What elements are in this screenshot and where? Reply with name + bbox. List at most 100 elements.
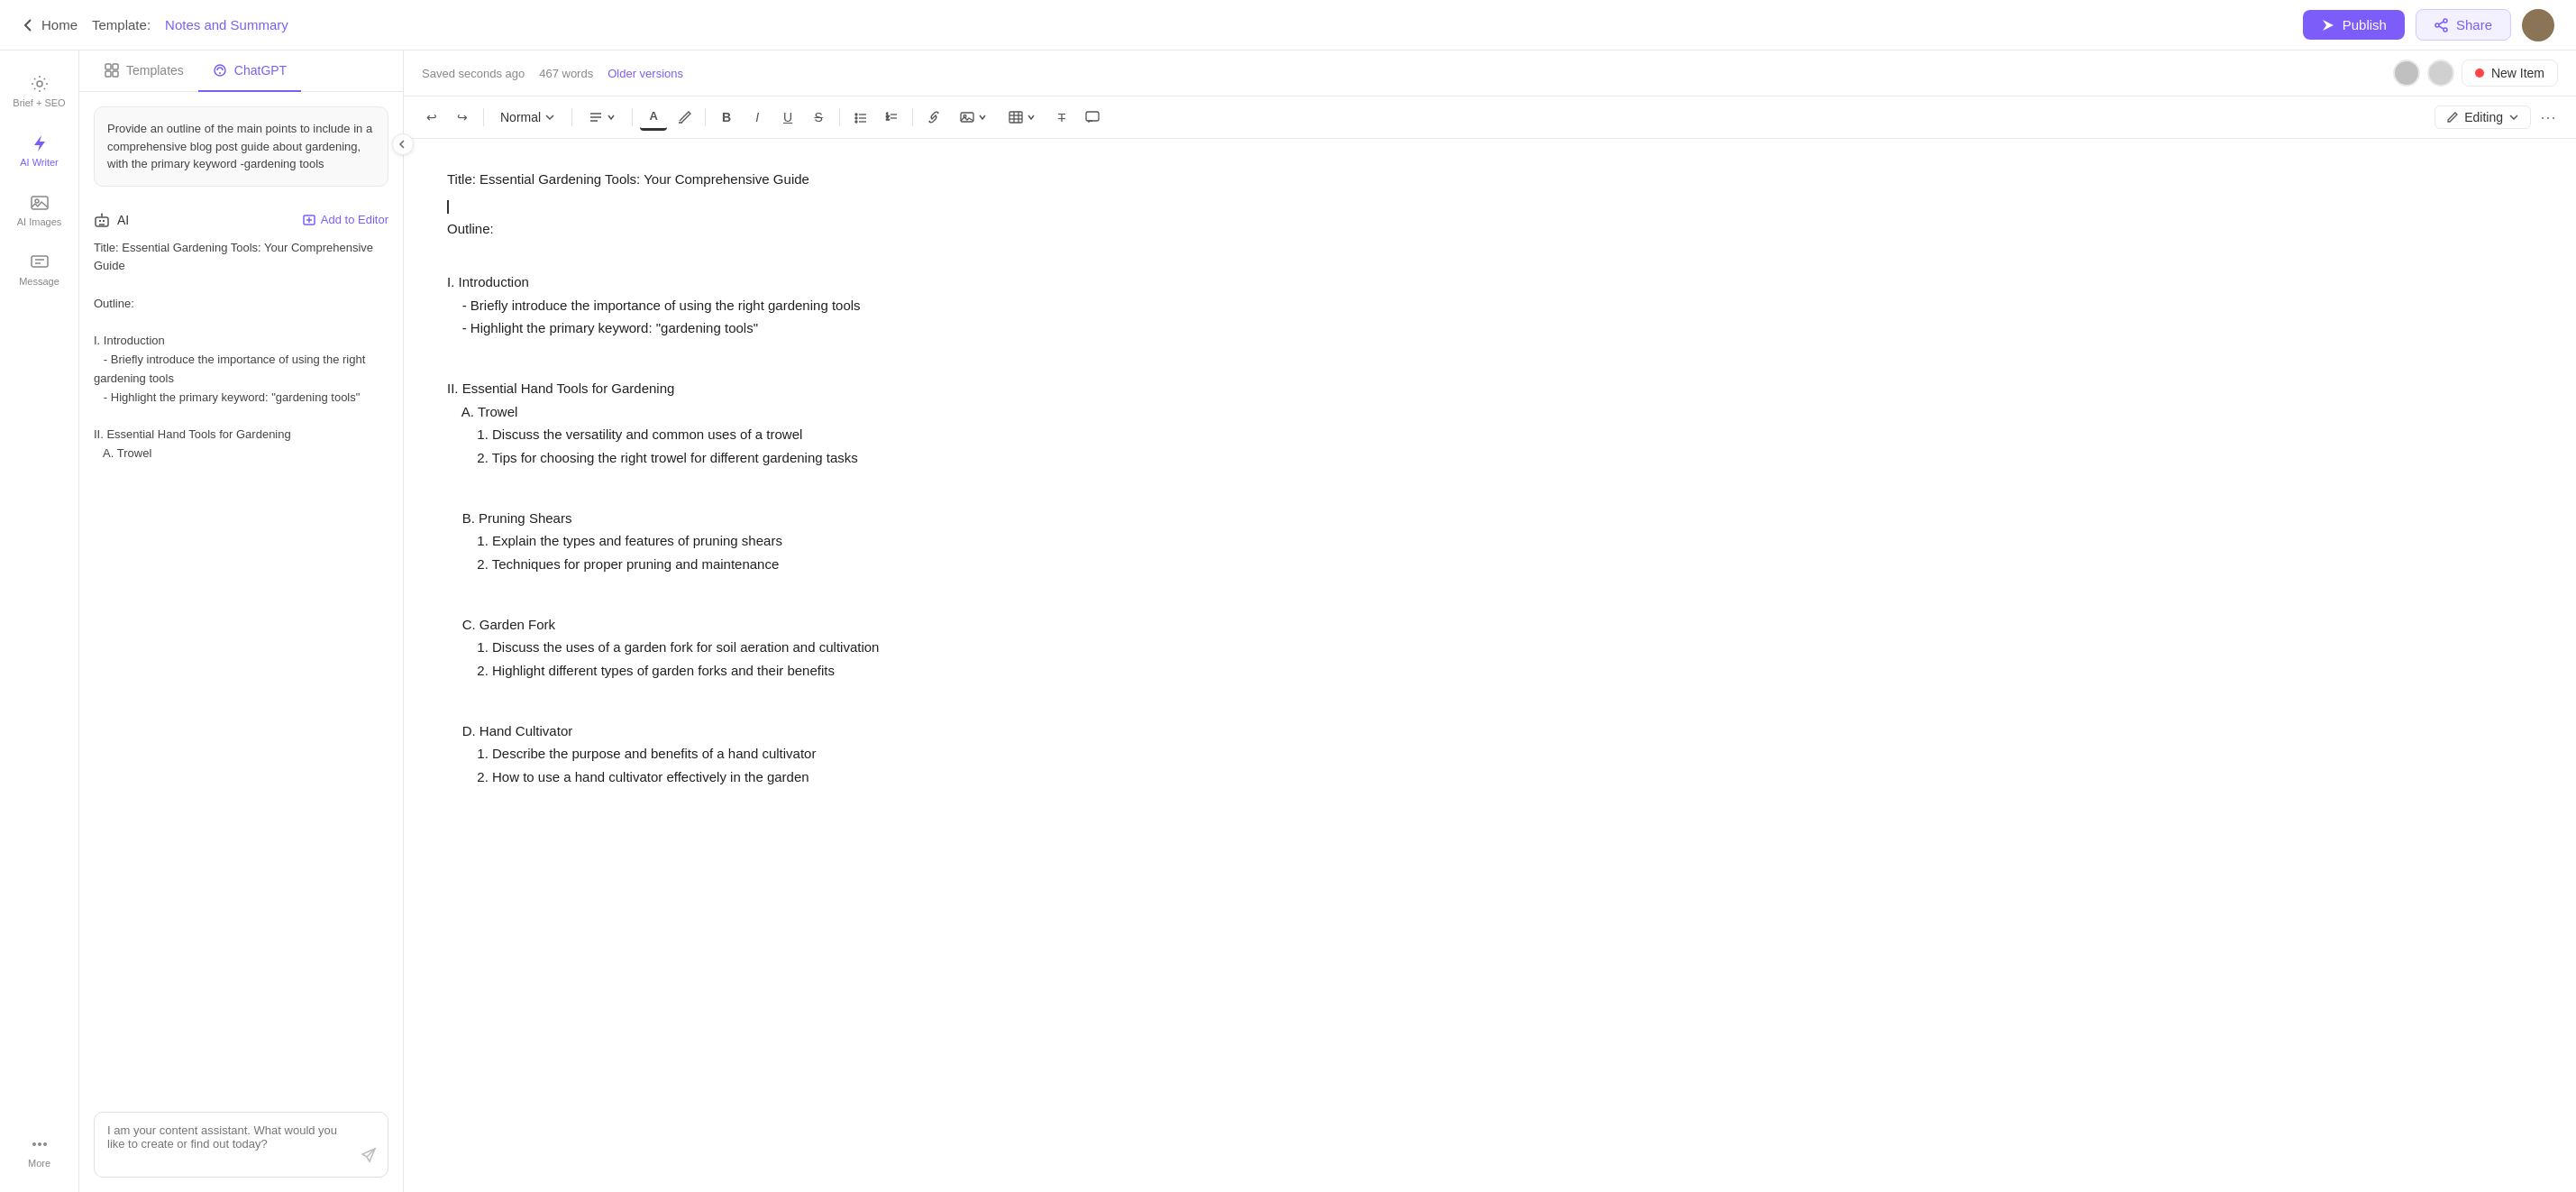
panel-collapse-button[interactable] (392, 133, 414, 155)
svg-rect-14 (105, 64, 111, 69)
ai-handtools-section: II. Essential Hand Tools for Gardening A… (94, 426, 388, 463)
editing-mode-button[interactable]: Editing (2434, 105, 2531, 129)
send-icon (361, 1147, 377, 1163)
home-label: Home (41, 17, 78, 32)
svg-point-6 (37, 81, 42, 87)
publish-icon (2321, 18, 2335, 32)
tab-chatgpt[interactable]: ChatGPT (198, 50, 301, 92)
chatgpt-icon (213, 63, 227, 78)
sidebar-label-ai-writer: AI Writer (20, 157, 59, 168)
underline-button[interactable]: U (774, 104, 801, 131)
svg-marker-0 (2323, 20, 2334, 31)
svg-rect-8 (32, 197, 48, 209)
chevron-left-icon (22, 18, 36, 32)
sidebar-label-ai-images: AI Images (17, 216, 62, 227)
doc-outline: Outline: (447, 217, 2533, 241)
new-item-button[interactable]: New Item (2462, 60, 2558, 87)
chevron-down-editing-icon (2508, 112, 2519, 123)
chat-input-area[interactable] (94, 1112, 388, 1178)
link-icon (927, 110, 941, 124)
chat-send-button[interactable] (361, 1147, 377, 1166)
subsection-fork-point-1: 1. Discuss the uses of a garden fork for… (447, 636, 2533, 659)
sidebar-label-more: More (28, 1158, 50, 1169)
ai-outline-label: Outline: (94, 295, 388, 314)
sidebar-item-message[interactable]: Message (5, 243, 74, 296)
subsection-trowel-point-2: 2. Tips for choosing the right trowel fo… (447, 446, 2533, 470)
svg-rect-46 (1009, 112, 1022, 123)
section-intro-heading: I. Introduction (447, 270, 2533, 294)
panel-tabs: Templates ChatGPT (79, 50, 403, 92)
chevron-down-icon (544, 112, 555, 123)
highlight-button[interactable] (671, 104, 698, 131)
align-dropdown[interactable] (580, 106, 625, 128)
svg-point-34 (855, 114, 857, 115)
prompt-card: Provide an outline of the main points to… (94, 106, 388, 187)
collab-avatar-2[interactable] (2427, 60, 2454, 87)
svg-point-38 (855, 121, 857, 123)
panel: Templates ChatGPT Provide an outline of … (79, 50, 404, 1192)
subsection-trowel-point-1: 1. Discuss the versatility and common us… (447, 423, 2533, 446)
ai-content-title: Title: Essential Gardening Tools: Your C… (94, 239, 388, 277)
word-count: 467 words (539, 67, 593, 80)
share-button[interactable]: Share (2416, 9, 2511, 41)
undo-button[interactable]: ↩ (418, 104, 445, 131)
publish-label: Publish (2343, 17, 2387, 32)
redo-button[interactable]: ↪ (449, 104, 476, 131)
highlight-icon (677, 110, 691, 124)
svg-point-11 (32, 1142, 36, 1146)
link-button[interactable] (920, 104, 947, 131)
home-link[interactable]: Home (22, 17, 78, 32)
templates-icon (105, 63, 119, 78)
share-label: Share (2456, 17, 2492, 32)
avatar[interactable] (2522, 9, 2554, 41)
subsection-pruning-point-2: 2. Techniques for proper pruning and mai… (447, 553, 2533, 576)
table-dropdown[interactable] (1000, 106, 1045, 128)
text-color-button[interactable]: A (640, 104, 667, 131)
comment-button[interactable] (1079, 104, 1106, 131)
template-name[interactable]: Notes and Summary (165, 17, 288, 32)
table-icon (1009, 110, 1023, 124)
numbered-list-button[interactable]: 1.2. (878, 104, 905, 131)
chat-input[interactable] (107, 1123, 352, 1163)
saved-status: Saved seconds ago (422, 67, 525, 80)
strikethrough-button[interactable]: S (805, 104, 832, 131)
new-item-label: New Item (2491, 66, 2544, 80)
editor-content[interactable]: Title: Essential Gardening Tools: Your C… (404, 139, 2576, 1192)
older-versions-link[interactable]: Older versions (607, 67, 683, 80)
clear-format-button[interactable]: T̶ (1048, 104, 1075, 131)
chevron-left-small-icon (397, 139, 408, 150)
bullet-list-button[interactable] (847, 104, 874, 131)
style-dropdown[interactable]: Normal (491, 106, 564, 128)
collab-avatar-1[interactable] (2393, 60, 2420, 87)
format-toolbar: ↩ ↪ Normal A B I U S (404, 96, 2576, 139)
ellipsis-icon (30, 1134, 50, 1154)
add-to-editor-button[interactable]: Add to Editor (303, 213, 388, 226)
sidebar-item-ai-images[interactable]: AI Images (5, 184, 74, 236)
svg-rect-16 (105, 71, 111, 77)
italic-button[interactable]: I (744, 104, 771, 131)
editor-area: Saved seconds ago 467 words Older versio… (404, 50, 2576, 1192)
svg-rect-21 (99, 220, 101, 222)
main-layout: Brief + SEO AI Writer AI Images Message … (0, 50, 2576, 1192)
svg-rect-10 (32, 256, 48, 267)
ai-header: AI Add to Editor (94, 212, 388, 228)
sidebar-item-brief-seo[interactable]: Brief + SEO (5, 65, 74, 117)
subsection-fork-heading: C. Garden Fork (447, 613, 2533, 637)
bold-button[interactable]: B (713, 104, 740, 131)
add-editor-icon (303, 214, 315, 226)
section-intro-point-1: - Briefly introduce the importance of us… (447, 294, 2533, 317)
svg-point-36 (855, 117, 857, 119)
top-nav: Home Template: Notes and Summary Publish… (0, 0, 2576, 50)
image-dropdown[interactable] (951, 106, 996, 128)
doc-title: Title: Essential Gardening Tools: Your C… (447, 168, 2533, 191)
sidebar-item-more[interactable]: More (5, 1125, 74, 1178)
tab-templates[interactable]: Templates (90, 50, 198, 92)
editor-meta-right: New Item (2393, 60, 2558, 87)
publish-button[interactable]: Publish (2303, 10, 2405, 40)
nav-left: Home Template: Notes and Summary (22, 17, 288, 32)
more-options-button[interactable]: ⋯ (2535, 104, 2562, 131)
section-pruning-shears: B. Pruning Shears 1. Explain the types a… (447, 507, 2533, 576)
svg-point-19 (219, 72, 221, 74)
sidebar-icons: Brief + SEO AI Writer AI Images Message … (0, 50, 79, 1192)
sidebar-item-ai-writer[interactable]: AI Writer (5, 124, 74, 177)
